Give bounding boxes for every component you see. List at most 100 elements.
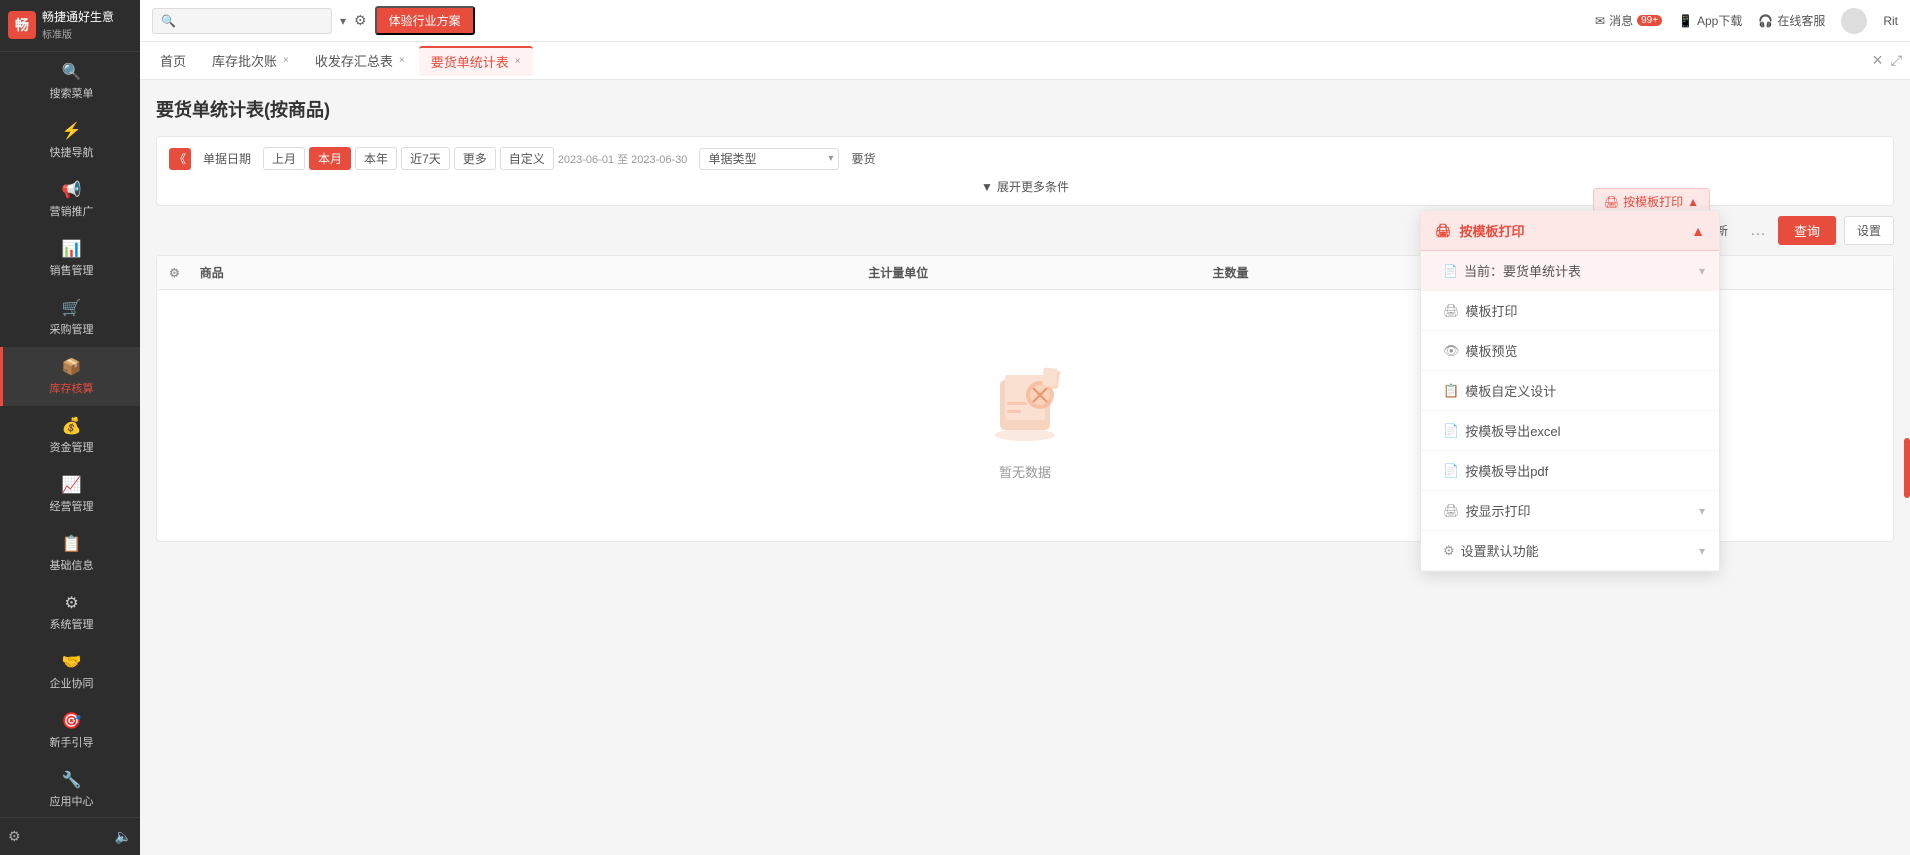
messages-label: 消息 (1609, 12, 1633, 29)
filter-toggle-btn[interactable]: 《 (169, 148, 191, 170)
print-item-template-preview[interactable]: 👁 模板预览 (1421, 331, 1719, 371)
tab-order-stats[interactable]: 要货单统计表 × (419, 46, 533, 76)
date-range: 2023-06-01 至 2023-06-30 (558, 151, 688, 167)
sidebar-icon-12: 🔧 (62, 770, 82, 790)
print-item-template-print[interactable]: 🖨 模板打印 (1421, 291, 1719, 331)
topbar-gear-icon[interactable]: ⚙ (354, 12, 367, 29)
tab-inventory-batch-label: 库存批次账 (212, 51, 277, 70)
app-version: 标准版 (42, 26, 114, 41)
tab-receipt-summary-label: 收发存汇总表 (315, 51, 393, 70)
tab-inventory-batch-close[interactable]: × (283, 55, 289, 66)
print-item-display-print[interactable]: 🖨 按显示打印 ▾ (1421, 491, 1719, 531)
sidebar-bottom: ⚙ 🔈 (0, 817, 140, 855)
sidebar-label-11: 新手引导 (50, 734, 94, 750)
sidebar-label-4: 采购管理 (50, 321, 94, 337)
date-btn-last-month[interactable]: 上月 (263, 147, 305, 170)
template-print-label: 模板打印 (1466, 301, 1518, 320)
sidebar-item-6[interactable]: 💰资金管理 (0, 406, 140, 465)
date-btn-more[interactable]: 更多 (454, 147, 496, 170)
tab-inventory-batch[interactable]: 库存批次账 × (200, 46, 301, 76)
print-item-export-excel[interactable]: 📄 按模板导出excel (1421, 411, 1719, 451)
speaker-icon[interactable]: 🔈 (115, 828, 132, 845)
print-dropdown: 🖨 按模板打印 ▲ 📄 当前：要货单统计表 ▾ 🖨 模板打印 (1420, 210, 1720, 572)
topbar-dropdown-arrow[interactable]: ▾ (340, 14, 346, 28)
search-icon: 🔍 (161, 14, 176, 28)
sidebar-item-11[interactable]: 🎯 新手引导 (0, 701, 140, 760)
export-excel-label: 按模板导出excel (1465, 421, 1560, 440)
topbar-search[interactable]: 🔍 (152, 8, 332, 34)
tab-order-stats-close[interactable]: × (515, 56, 521, 67)
sidebar-icon-6: 💰 (62, 416, 82, 436)
sidebar-label-8: 基础信息 (50, 557, 94, 573)
app-download-btn[interactable]: 📱 App下载 (1678, 12, 1742, 29)
download-icon: 📱 (1678, 14, 1693, 28)
table-gear-icon[interactable]: ⚙ (169, 266, 180, 280)
print-dropdown-current[interactable]: 📄 当前：要货单统计表 ▾ (1421, 251, 1719, 291)
settings-icon[interactable]: ⚙ (8, 828, 21, 845)
sidebar-icon-11: 🎯 (62, 711, 82, 731)
trial-btn[interactable]: 体验行业方案 (375, 6, 475, 35)
sidebar-item-10[interactable]: 🤝企业协同 (0, 642, 140, 701)
sidebar: 畅 畅捷通好生意 标准版 🔍搜索菜单⚡快捷导航📢营销推广📊销售管理 🛒 采购管理 📦库… (0, 0, 140, 855)
sidebar-icon-8: 📋 (62, 534, 82, 554)
print-item-export-pdf[interactable]: 📄 按模板导出pdf (1421, 451, 1719, 491)
tab-expand-icon[interactable]: ⤢ (1891, 52, 1902, 69)
col-goods: 商品 (200, 264, 849, 281)
tab-receipt-summary-close[interactable]: × (399, 55, 405, 66)
date-btn-7days[interactable]: 近7天 (401, 147, 450, 170)
display-print-arrow: ▾ (1699, 504, 1705, 518)
sidebar-item-2[interactable]: 📢营销推广 (0, 170, 140, 229)
empty-text: 暂无数据 (999, 462, 1051, 481)
sidebar-item-7[interactable]: 📈经营管理 (0, 465, 140, 524)
messages-btn[interactable]: ✉ 消息 99+ (1595, 12, 1662, 29)
sidebar-logo: 畅 畅捷通好生意 标准版 (0, 0, 140, 52)
sidebar-item-8[interactable]: 📋 基础信息 (0, 524, 140, 583)
scroll-indicator[interactable] (1904, 438, 1910, 498)
date-btn-custom[interactable]: 自定义 (500, 147, 554, 170)
goods-label: 要货 (851, 150, 875, 167)
username: Rit (1883, 14, 1898, 28)
sidebar-item-3[interactable]: 📊销售管理 (0, 229, 140, 288)
sidebar-item-5[interactable]: 📦库存核算 (0, 347, 140, 406)
sidebar-label-2: 营销推广 (50, 203, 94, 219)
more-btn[interactable]: … (1746, 218, 1770, 244)
col-unit: 主计量单位 (868, 264, 1192, 281)
sidebar-item-1[interactable]: ⚡快捷导航 (0, 111, 140, 170)
tab-bar: 首页 库存批次账 × 收发存汇总表 × 要货单统计表 × × ⤢ (140, 42, 1910, 80)
default-setting-label: 设置默认功能 (1461, 541, 1539, 560)
sidebar-icon-0: 🔍 (62, 62, 82, 82)
sidebar-item-9[interactable]: ⚙系统管理 (0, 583, 140, 642)
sidebar-label-9: 系统管理 (50, 616, 94, 632)
print-dropdown-close-btn[interactable]: ▲ (1691, 223, 1705, 239)
sidebar-label-1: 快捷导航 (50, 144, 94, 160)
expand-icon: ▼ (981, 180, 993, 194)
print-active-icon: 🖨 (1604, 195, 1619, 209)
template-print-icon: 🖨 (1443, 303, 1460, 319)
settings-btn[interactable]: 设置 (1844, 216, 1894, 245)
order-type-select[interactable]: 单据类型 (699, 148, 839, 170)
online-support-label: 在线客服 (1777, 12, 1825, 29)
sidebar-icon-4: 🛒 (62, 298, 82, 318)
default-setting-icon: ⚙ (1443, 543, 1455, 559)
print-title-icon: 🖨 (1435, 223, 1452, 239)
tab-receipt-summary[interactable]: 收发存汇总表 × (303, 46, 417, 76)
sidebar-item-12[interactable]: 🔧应用中心 (0, 760, 140, 817)
print-item-default-setting[interactable]: ⚙ 设置默认功能 ▾ (1421, 531, 1719, 571)
tab-home[interactable]: 首页 (148, 46, 198, 76)
sidebar-icon-5: 📦 (62, 357, 82, 377)
filter-row-1: 《 单据日期 上月 本月 本年 近7天 更多 自定义 2023-06-01 至 … (169, 147, 1881, 170)
message-icon: ✉ (1595, 14, 1605, 28)
date-btn-this-year[interactable]: 本年 (355, 147, 397, 170)
user-avatar[interactable] (1841, 8, 1867, 34)
default-setting-arrow: ▾ (1699, 544, 1705, 558)
query-btn[interactable]: 查询 (1778, 216, 1836, 245)
date-btn-this-month[interactable]: 本月 (309, 147, 351, 170)
sidebar-label-3: 销售管理 (50, 262, 94, 278)
page-content: 要货单统计表(按商品) 《 单据日期 上月 本月 本年 近7天 更多 自定义 2… (140, 80, 1910, 855)
sidebar-item-4[interactable]: 🛒 采购管理 (0, 288, 140, 347)
sidebar-item-0[interactable]: 🔍搜索菜单 (0, 52, 140, 111)
online-support-btn[interactable]: 🎧 在线客服 (1758, 12, 1825, 29)
tab-close-all-icon[interactable]: × (1872, 50, 1883, 71)
print-item-template-design[interactable]: 📋 模板自定义设计 (1421, 371, 1719, 411)
expand-more-btn[interactable]: ▼ 展开更多条件 (981, 178, 1069, 195)
